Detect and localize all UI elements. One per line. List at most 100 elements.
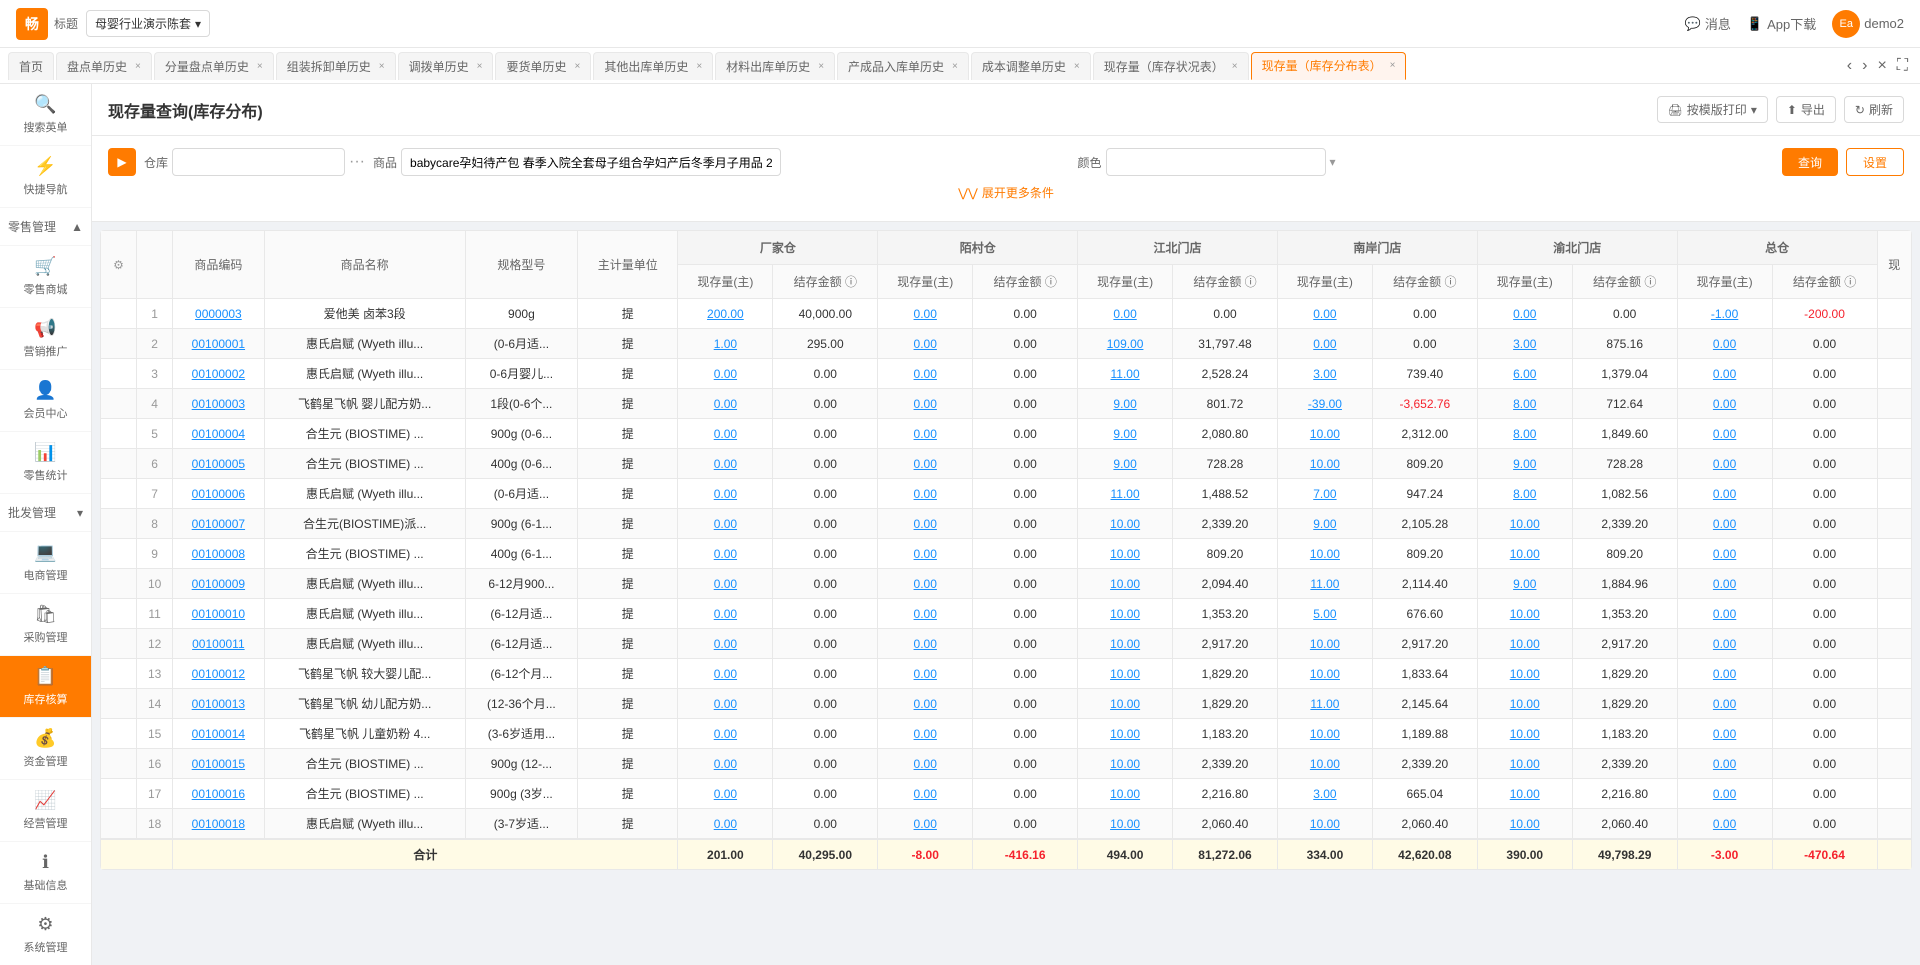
tab-5[interactable]: 要货单历史 × (495, 52, 591, 80)
color-dropdown-arrow[interactable]: ▾ (1330, 155, 1336, 169)
sidebar-item-system[interactable]: ⚙ 系统管理 (0, 904, 91, 965)
tab-3-close[interactable]: × (379, 61, 385, 72)
table-cell[interactable]: 0.00 (678, 719, 773, 749)
gear-icon[interactable]: ⚙ (113, 258, 124, 272)
table-cell[interactable]: 10.00 (1277, 809, 1372, 840)
table-cell[interactable]: 8.00 (1477, 479, 1572, 509)
table-cell[interactable]: 10.00 (1277, 749, 1372, 779)
th-settings[interactable]: ⚙ (101, 231, 137, 299)
table-cell[interactable]: 00100001 (173, 329, 264, 359)
table-cell[interactable]: 10.00 (1078, 629, 1173, 659)
table-cell[interactable]: 00100004 (173, 419, 264, 449)
table-cell[interactable]: 10.00 (1078, 749, 1173, 779)
table-cell[interactable]: 10.00 (1477, 629, 1572, 659)
table-cell[interactable]: 3.00 (1277, 779, 1372, 809)
tab-8-close[interactable]: × (952, 61, 958, 72)
table-cell[interactable]: 00100016 (173, 779, 264, 809)
sidebar-item-retail-mgmt[interactable]: 零售管理 ▲ (0, 208, 91, 246)
table-cell[interactable]: 0.00 (1677, 509, 1772, 539)
table-cell[interactable]: 0.00 (678, 659, 773, 689)
table-cell[interactable]: 0.00 (678, 359, 773, 389)
tab-8[interactable]: 产成品入库单历史 × (837, 52, 969, 80)
tab-3[interactable]: 组装拆卸单历史 × (276, 52, 396, 80)
table-cell[interactable]: 0.00 (878, 749, 973, 779)
table-cell[interactable]: 10.00 (1078, 779, 1173, 809)
table-cell[interactable]: 0.00 (678, 779, 773, 809)
table-cell[interactable]: 10.00 (1477, 539, 1572, 569)
table-cell[interactable]: 5.00 (1277, 599, 1372, 629)
sidebar-item-retail-stats[interactable]: 📊 零售统计 (0, 432, 91, 494)
table-cell[interactable]: 0000003 (173, 299, 264, 329)
table-cell[interactable]: 00100012 (173, 659, 264, 689)
table-cell[interactable]: 10.00 (1277, 449, 1372, 479)
table-cell[interactable]: 00100009 (173, 569, 264, 599)
sidebar-item-nav[interactable]: ⚡ 快捷导航 (0, 146, 91, 208)
tab-7[interactable]: 材料出库单历史 × (715, 52, 835, 80)
table-cell[interactable]: 10.00 (1078, 599, 1173, 629)
tab-6-close[interactable]: × (696, 61, 702, 72)
table-cell[interactable]: 200.00 (678, 299, 773, 329)
table-cell[interactable]: 0.00 (678, 479, 773, 509)
table-cell[interactable]: 00100003 (173, 389, 264, 419)
table-cell[interactable]: 0.00 (1677, 389, 1772, 419)
table-cell[interactable]: 3.00 (1277, 359, 1372, 389)
table-cell[interactable]: 00100008 (173, 539, 264, 569)
filter-color-input[interactable] (1106, 148, 1326, 176)
tab-close-all-btn[interactable]: × (1873, 57, 1890, 75)
table-cell[interactable]: 00100014 (173, 719, 264, 749)
table-cell[interactable]: 0.00 (678, 569, 773, 599)
sidebar-item-wholesale[interactable]: 批发管理 ▾ (0, 494, 91, 532)
table-cell[interactable]: 0.00 (878, 809, 973, 840)
table-cell[interactable]: 0.00 (878, 689, 973, 719)
table-cell[interactable]: 109.00 (1078, 329, 1173, 359)
table-cell[interactable]: 10.00 (1477, 719, 1572, 749)
tab-6[interactable]: 其他出库单历史 × (593, 52, 713, 80)
table-cell[interactable]: 9.00 (1477, 449, 1572, 479)
table-cell[interactable]: 10.00 (1078, 509, 1173, 539)
table-cell[interactable]: 10.00 (1078, 569, 1173, 599)
table-cell[interactable]: 0.00 (678, 509, 773, 539)
tab-next-btn[interactable]: › (1858, 57, 1871, 75)
table-cell[interactable]: 0.00 (1677, 359, 1772, 389)
table-cell[interactable]: 11.00 (1277, 569, 1372, 599)
table-cell[interactable]: 10.00 (1277, 629, 1372, 659)
table-cell[interactable]: 10.00 (1078, 689, 1173, 719)
table-cell[interactable]: 0.00 (1677, 449, 1772, 479)
table-cell[interactable]: 10.00 (1477, 659, 1572, 689)
settings-btn[interactable]: 设置 (1846, 148, 1904, 176)
table-cell[interactable]: 10.00 (1477, 599, 1572, 629)
sidebar-item-search[interactable]: 🔍 搜索英单 (0, 84, 91, 146)
user-area[interactable]: Ea demo2 (1832, 10, 1904, 38)
sidebar-item-retail-mall[interactable]: 🛒 零售商城 (0, 246, 91, 308)
tab-4[interactable]: 调拨单历史 × (398, 52, 494, 80)
table-cell[interactable]: 0.00 (1078, 299, 1173, 329)
table-cell[interactable]: 7.00 (1277, 479, 1372, 509)
table-cell[interactable]: 10.00 (1277, 539, 1372, 569)
table-cell[interactable]: 0.00 (678, 809, 773, 840)
table-cell[interactable]: 0.00 (878, 359, 973, 389)
table-cell[interactable]: 0.00 (878, 539, 973, 569)
query-btn[interactable]: 查询 (1782, 148, 1838, 176)
tab-expand-btn[interactable]: ⛶ (1893, 57, 1912, 75)
sidebar-item-basics[interactable]: ℹ 基础信息 (0, 842, 91, 904)
sidebar-item-member[interactable]: 👤 会员中心 (0, 370, 91, 432)
table-cell[interactable]: 10.00 (1078, 539, 1173, 569)
table-cell[interactable]: 00100002 (173, 359, 264, 389)
table-cell[interactable]: 10.00 (1477, 509, 1572, 539)
table-cell[interactable]: 10.00 (1078, 809, 1173, 840)
sidebar-item-finance[interactable]: 💰 资金管理 (0, 718, 91, 780)
table-cell[interactable]: 00100010 (173, 599, 264, 629)
table-cell[interactable]: 0.00 (678, 749, 773, 779)
tab-9-close[interactable]: × (1074, 61, 1080, 72)
table-cell[interactable]: 3.00 (1477, 329, 1572, 359)
tab-4-close[interactable]: × (477, 61, 483, 72)
table-cell[interactable]: 0.00 (878, 779, 973, 809)
tab-11[interactable]: 现存量（库存分布表） × (1251, 52, 1407, 80)
sidebar-item-purchase[interactable]: 🛍 采购管理 (0, 594, 91, 656)
table-cell[interactable]: 10.00 (1477, 689, 1572, 719)
table-cell[interactable]: 11.00 (1078, 359, 1173, 389)
filter-warehouse-dots[interactable]: ··· (349, 153, 365, 171)
table-cell[interactable]: 0.00 (878, 629, 973, 659)
table-cell[interactable]: 0.00 (1677, 419, 1772, 449)
table-cell[interactable]: 0.00 (678, 599, 773, 629)
